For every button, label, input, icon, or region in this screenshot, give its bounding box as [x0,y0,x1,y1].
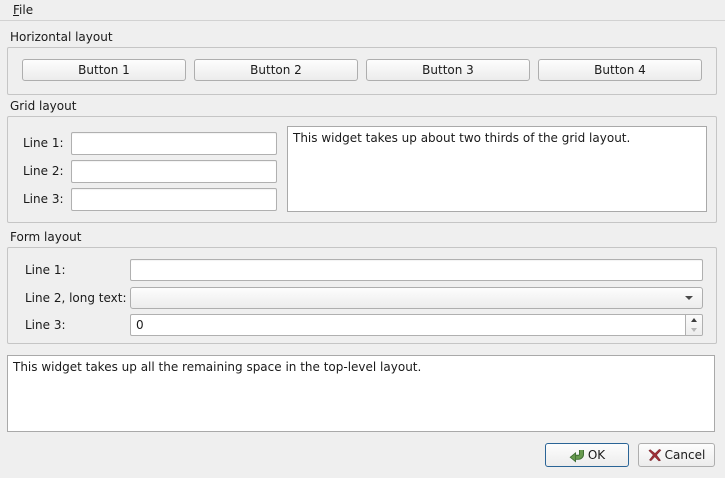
basic-layouts-window: File Horizontal layout Button 1 Button 2… [0,0,725,478]
ok-button-label: OK [587,448,606,462]
horizontal-group-frame: Button 1 Button 2 Button 3 Button 4 [7,47,717,95]
form-line3-label: Line 3: [25,318,66,332]
bottom-textedit[interactable]: This widget takes up all the remaining s… [7,355,715,432]
grid-line2-label: Line 2: [23,164,64,178]
grid-group-title: Grid layout [10,99,77,113]
spinbox-up-button[interactable] [686,315,702,325]
form-line1-label: Line 1: [25,263,66,277]
form-group-title: Form layout [10,230,82,244]
arrow-down-icon [691,328,697,332]
horizontal-group-title: Horizontal layout [10,30,113,44]
button-2[interactable]: Button 2 [194,59,358,81]
menubar: File [0,0,725,21]
spinbox-down-button[interactable] [686,325,702,335]
menu-file[interactable]: File [6,1,40,19]
spinbox-buttons [685,315,702,335]
arrow-up-icon [691,318,697,322]
cancel-button[interactable]: Cancel [638,443,715,467]
form-line3-spinbox[interactable]: 0 [130,314,703,336]
green-return-arrow-icon [569,447,585,463]
button-3[interactable]: Button 3 [366,59,530,81]
grid-line3-label: Line 3: [23,192,64,206]
grid-group-frame: Line 1: Line 2: Line 3: This widget take… [7,116,717,223]
grid-line3-input[interactable] [71,188,277,211]
button-1[interactable]: Button 1 [22,59,186,81]
spinbox-value: 0 [136,318,144,332]
grid-line1-input[interactable] [71,132,277,155]
grid-line2-input[interactable] [71,160,277,183]
form-group-frame: Line 1: Line 2, long text: Line 3: 0 [7,247,717,344]
form-line2-label: Line 2, long text: [25,291,127,305]
menu-file-label-rest: ile [19,3,34,17]
form-line1-input[interactable] [130,259,703,281]
form-line2-combobox[interactable] [130,287,703,309]
cancel-button-label: Cancel [664,448,706,462]
button-4[interactable]: Button 4 [538,59,702,81]
grid-line1-label: Line 1: [23,136,64,150]
grid-textedit[interactable]: This widget takes up about two thirds of… [287,126,707,212]
red-cross-icon [648,448,662,462]
chevron-down-icon [685,296,693,300]
ok-button[interactable]: OK [545,443,629,467]
